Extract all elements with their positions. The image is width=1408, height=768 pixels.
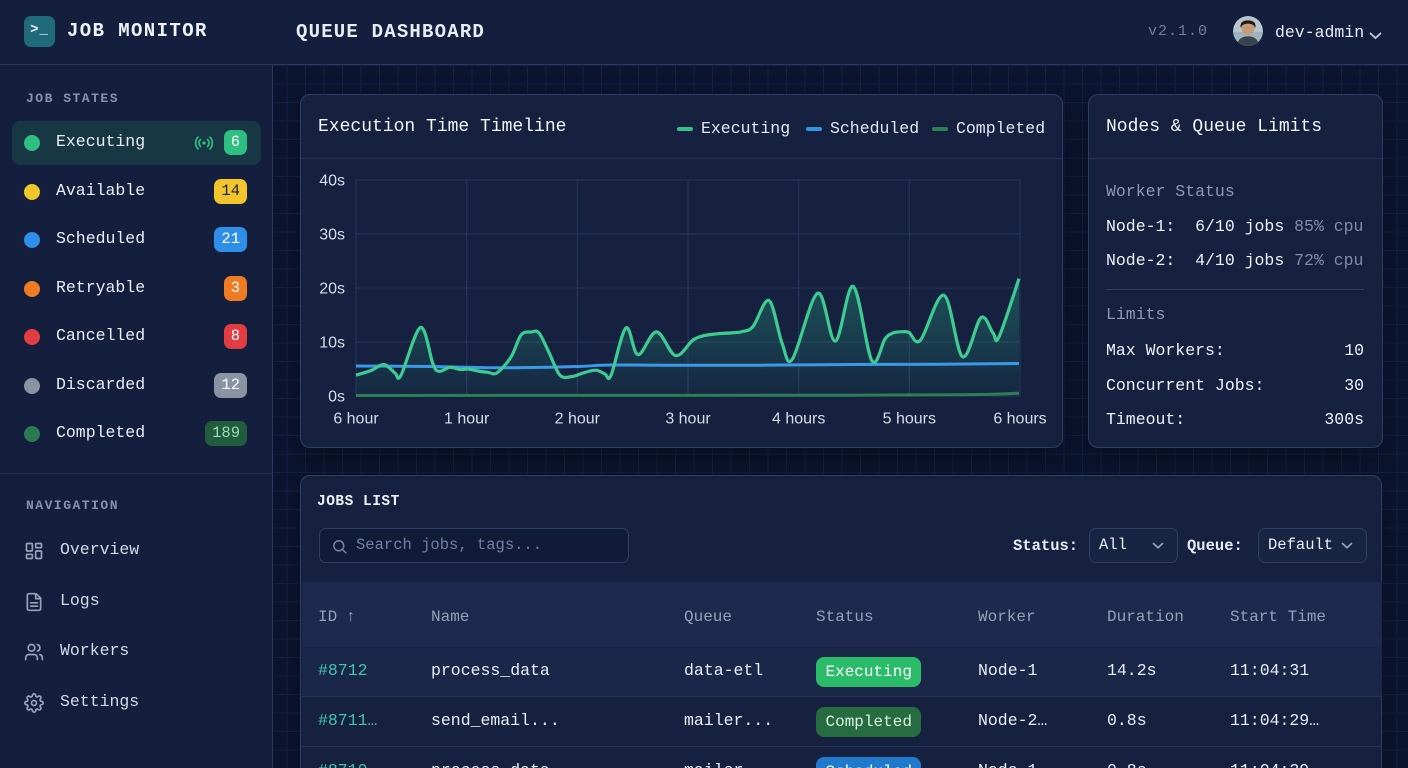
svg-text:6 hour: 6 hour — [333, 411, 379, 428]
svg-text:3 hour: 3 hour — [665, 411, 711, 428]
svg-text:2 hour: 2 hour — [555, 411, 601, 428]
svg-text:20s: 20s — [319, 281, 345, 298]
svg-text:0s: 0s — [328, 389, 345, 406]
svg-text:40s: 40s — [319, 173, 345, 190]
svg-text:5 hours: 5 hours — [883, 411, 936, 428]
svg-text:10s: 10s — [319, 335, 345, 352]
svg-text:30s: 30s — [319, 227, 345, 244]
svg-text:6 hours: 6 hours — [993, 411, 1046, 428]
svg-text:4 hours: 4 hours — [772, 411, 825, 428]
svg-text:1 hour: 1 hour — [444, 411, 490, 428]
